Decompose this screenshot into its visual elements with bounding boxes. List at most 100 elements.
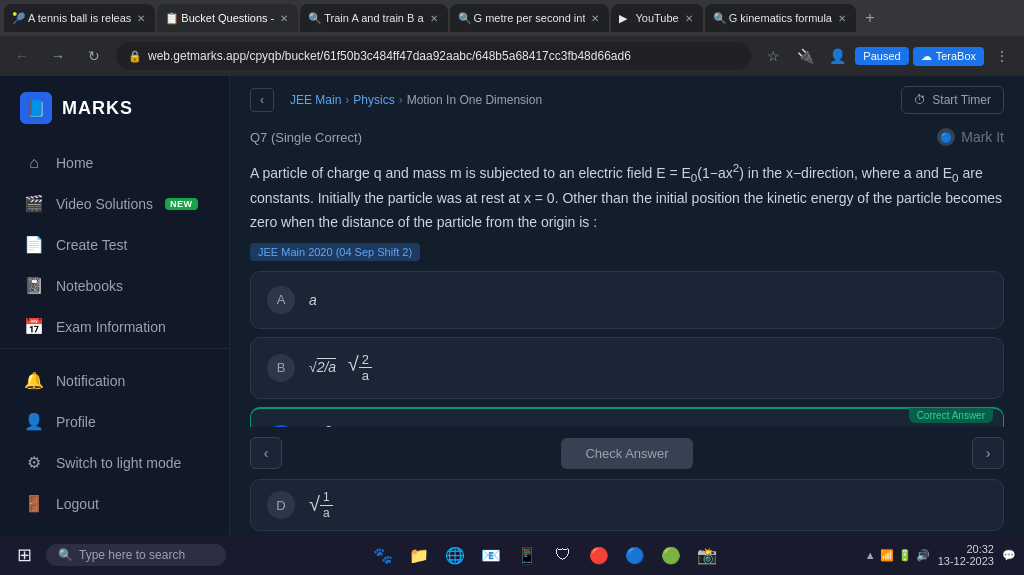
profile-icon: 👤 (24, 412, 44, 431)
tab-close[interactable]: ✕ (683, 12, 695, 25)
sidebar: 📘 MARKS ⌂ Home 🎬 Video Solutions NEW 📄 C… (0, 76, 230, 535)
terabox-badge[interactable]: ☁ TeraBox (913, 47, 984, 66)
sidebar-item-create-test[interactable]: 📄 Create Test (12, 225, 217, 264)
bookmark-icon[interactable]: ☆ (759, 42, 787, 70)
tab-close[interactable]: ✕ (589, 12, 601, 25)
breadcrumb-separator: › (345, 93, 349, 107)
sidebar-item-label: Notebooks (56, 278, 123, 294)
option-text-c: √2a (309, 423, 336, 427)
tab-close[interactable]: ✕ (428, 12, 440, 25)
sidebar-item-label: Create Test (56, 237, 127, 253)
extensions-icon[interactable]: 🔌 (791, 42, 819, 70)
tab-kinematics[interactable]: 🔍 G kinematics formula ✕ (705, 4, 856, 32)
prev-question-button[interactable]: ‹ (250, 437, 282, 469)
battery-icon: 🔋 (898, 549, 912, 562)
time-display: 20:32 (938, 543, 994, 555)
timer-icon: ⏱ (914, 93, 926, 107)
notification-bell[interactable]: 💬 (1002, 549, 1016, 562)
check-answer-button[interactable]: Check Answer (561, 438, 692, 469)
option-text-a: a (309, 292, 317, 308)
sidebar-item-switch-mode[interactable]: ⚙ Switch to light mode (12, 443, 217, 482)
sidebar-item-logout[interactable]: 🚪 Logout (12, 484, 217, 523)
tab-title: G metre per second int (474, 12, 586, 24)
tab-favicon: 🔍 (713, 12, 725, 24)
option-b[interactable]: B √2/a √2a (250, 337, 1004, 399)
sidebar-bottom: 🔔 Notification 👤 Profile ⚙ Switch to lig… (0, 348, 229, 535)
address-bar[interactable]: 🔒 web.getmarks.app/cpyqb/bucket/61f50b3c… (116, 42, 751, 70)
taskbar-icon-8[interactable]: 🔵 (619, 539, 651, 571)
option-d[interactable]: D √1a (250, 479, 1004, 531)
mark-it-button[interactable]: 🔵 Mark It (937, 128, 1004, 146)
new-tab-button[interactable]: + (858, 6, 882, 30)
logout-icon: 🚪 (24, 494, 44, 513)
question-body: A particle of charge q and mass m is sub… (230, 154, 1024, 271)
option-a[interactable]: A a (250, 271, 1004, 329)
sidebar-item-exam-information[interactable]: 📅 Exam Information (12, 307, 217, 346)
question-tag[interactable]: JEE Main 2020 (04 Sep Shift 2) (250, 243, 420, 261)
start-timer-label: Start Timer (932, 93, 991, 107)
taskbar-icon-10[interactable]: 📸 (691, 539, 723, 571)
sidebar-item-label: Video Solutions (56, 196, 153, 212)
taskbar: ⊞ 🔍 Type here to search 🐾 📁 🌐 📧 📱 🛡 🔴 🔵 … (0, 535, 1024, 575)
tab-youtube[interactable]: ▶ YouTube ✕ (611, 4, 702, 32)
tab-title: Bucket Questions - (181, 12, 274, 24)
start-timer-button[interactable]: ⏱ Start Timer (901, 86, 1004, 114)
lock-icon: 🔒 (128, 50, 142, 63)
sidebar-item-profile[interactable]: 👤 Profile (12, 402, 217, 441)
tab-bar: 🎾 A tennis ball is releas ✕ 📋 Bucket Que… (0, 0, 1024, 36)
tab-favicon: 📋 (165, 12, 177, 24)
breadcrumb-jee-main[interactable]: JEE Main (290, 93, 341, 107)
option-text-b: √2/a √2a (309, 352, 372, 384)
taskbar-icon-1[interactable]: 🐾 (367, 539, 399, 571)
breadcrumb-physics[interactable]: Physics (353, 93, 394, 107)
sidebar-item-notebooks[interactable]: 📓 Notebooks (12, 266, 217, 305)
tab-title: A tennis ball is releas (28, 12, 131, 24)
taskbar-icon-3[interactable]: 🌐 (439, 539, 471, 571)
correct-answer-badge: Correct Answer (909, 408, 993, 423)
taskbar-search[interactable]: 🔍 Type here to search (46, 544, 226, 566)
tab-bucket[interactable]: 📋 Bucket Questions - ✕ (157, 4, 298, 32)
profile-icon[interactable]: 👤 (823, 42, 851, 70)
tab-close[interactable]: ✕ (836, 12, 848, 25)
forward-button[interactable]: → (44, 42, 72, 70)
paused-badge[interactable]: Paused (855, 47, 908, 65)
back-button[interactable]: ← (8, 42, 36, 70)
terabox-icon: ☁ (921, 50, 932, 63)
tab-close[interactable]: ✕ (135, 12, 147, 25)
notification-icon: 🔔 (24, 371, 44, 390)
tab-title: Train A and train B a (324, 12, 423, 24)
taskbar-icon-6[interactable]: 🛡 (547, 539, 579, 571)
tab-metre[interactable]: 🔍 G metre per second int ✕ (450, 4, 610, 32)
sidebar-item-notification[interactable]: 🔔 Notification (12, 361, 217, 400)
taskbar-icon-2[interactable]: 📁 (403, 539, 435, 571)
exam-info-icon: 📅 (24, 317, 44, 336)
breadcrumb-current: Motion In One Dimension (407, 93, 542, 107)
tab-close[interactable]: ✕ (278, 12, 290, 25)
sidebar-item-home[interactable]: ⌂ Home (12, 144, 217, 182)
sidebar-item-video-solutions[interactable]: 🎬 Video Solutions NEW (12, 184, 217, 223)
back-button[interactable]: ‹ (250, 88, 274, 112)
tab-train[interactable]: 🔍 Train A and train B a ✕ (300, 4, 447, 32)
tab-favicon: ▶ (619, 12, 631, 24)
next-question-button[interactable]: › (972, 437, 1004, 469)
sidebar-nav: ⌂ Home 🎬 Video Solutions NEW 📄 Create Te… (0, 144, 229, 348)
sidebar-item-label: Logout (56, 496, 99, 512)
taskbar-icon-4[interactable]: 📧 (475, 539, 507, 571)
option-c[interactable]: Correct Answer C √2a (250, 407, 1004, 427)
taskbar-icon-7[interactable]: 🔴 (583, 539, 615, 571)
taskbar-icon-9[interactable]: 🟢 (655, 539, 687, 571)
menu-icon[interactable]: ⋮ (988, 42, 1016, 70)
sidebar-item-label: Notification (56, 373, 125, 389)
options-container: A a B √2/a √2a Correct Answer C (230, 271, 1024, 427)
option-letter-c: C (267, 425, 295, 427)
reload-button[interactable]: ↻ (80, 42, 108, 70)
tab-tennis[interactable]: 🎾 A tennis ball is releas ✕ (4, 4, 155, 32)
sidebar-item-label: Home (56, 155, 93, 171)
taskbar-right: ▲ 📶 🔋 🔊 20:32 13-12-2023 💬 (865, 543, 1016, 567)
start-button[interactable]: ⊞ (8, 539, 40, 571)
taskbar-icon-5[interactable]: 📱 (511, 539, 543, 571)
main-content: ‹ JEE Main › Physics › Motion In One Dim… (230, 76, 1024, 535)
new-badge: NEW (165, 198, 198, 210)
nav-actions: ☆ 🔌 👤 Paused ☁ TeraBox ⋮ (759, 42, 1016, 70)
option-d-partial: D √1a (230, 479, 1024, 535)
